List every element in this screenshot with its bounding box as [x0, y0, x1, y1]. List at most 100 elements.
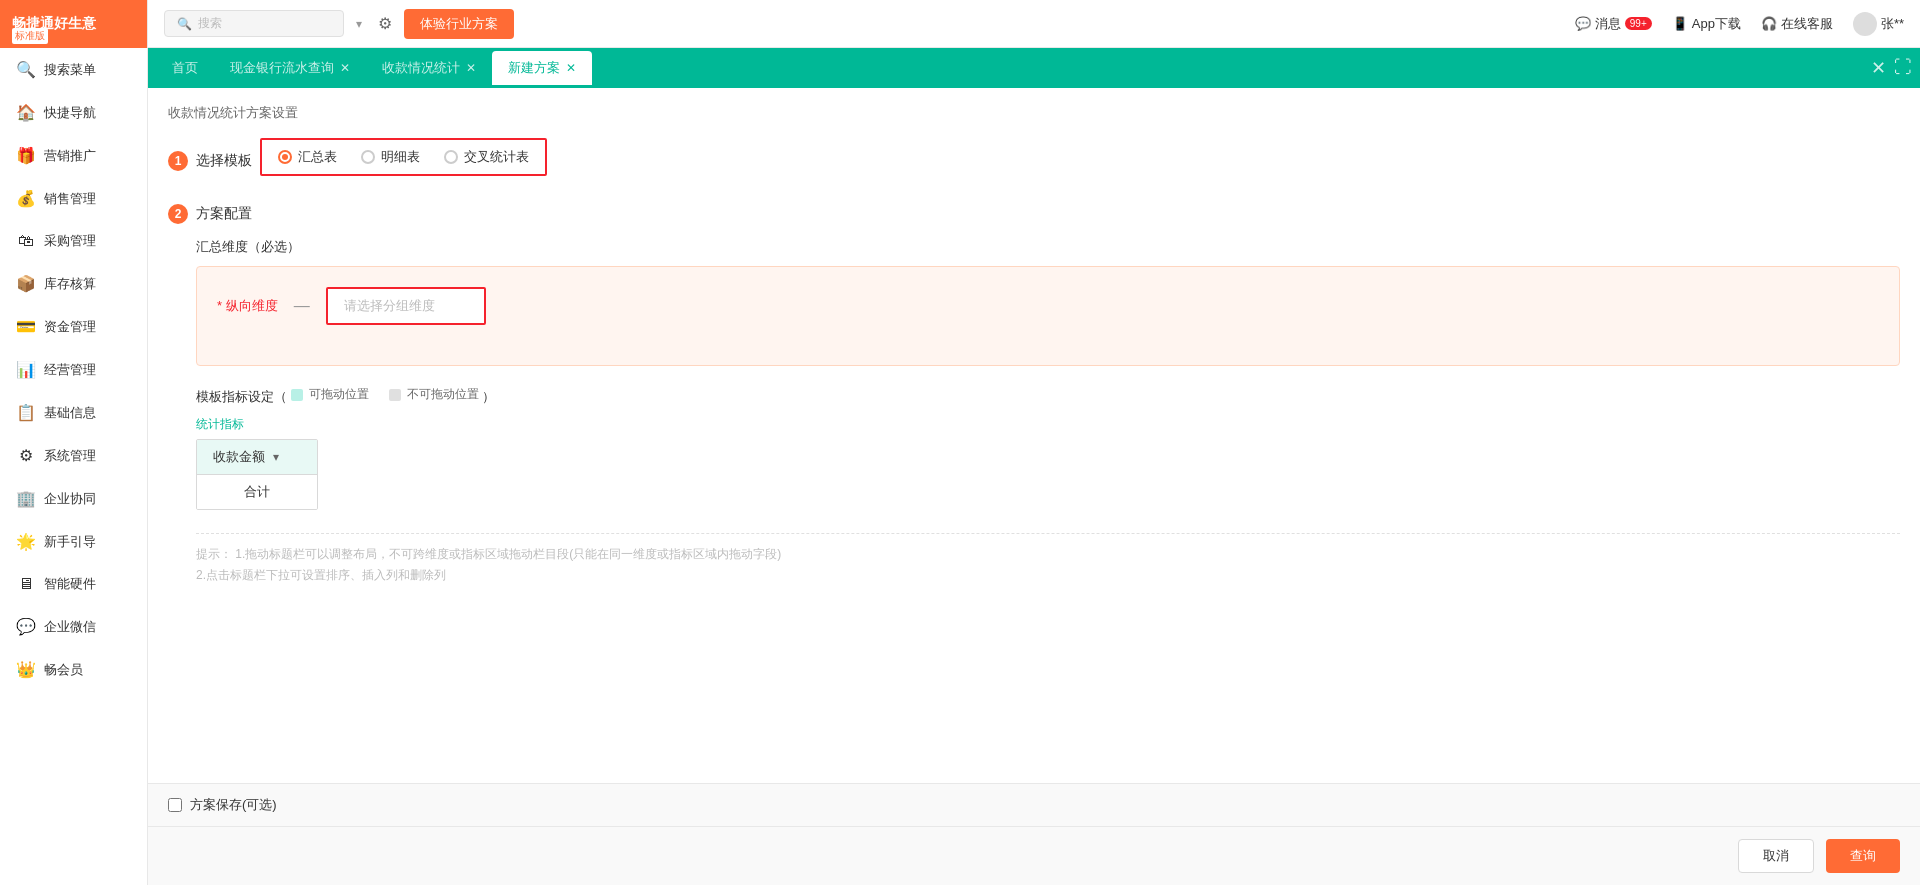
- sidebar-item-quick-nav[interactable]: 🏠 快捷导航: [0, 91, 147, 134]
- gift-icon: 🎁: [16, 146, 36, 165]
- page-content: 收款情况统计方案设置 1 选择模板 汇总表 明细表 交叉统计表: [148, 88, 1920, 783]
- radio-cross[interactable]: 交叉统计表: [444, 148, 529, 166]
- sidebar-item-hardware[interactable]: 🖥 智能硬件: [0, 563, 147, 605]
- indicator-table-header[interactable]: 收款金额 ▾: [197, 440, 317, 475]
- star-icon: 🌟: [16, 532, 36, 551]
- dimension-arrow-icon: —: [294, 297, 310, 315]
- sidebar-item-sales[interactable]: 💰 销售管理: [0, 177, 147, 220]
- clipboard-icon: 📋: [16, 403, 36, 422]
- download-icon: 📱: [1672, 16, 1688, 31]
- sidebar-item-search-menu[interactable]: 🔍 搜索菜单: [0, 48, 147, 91]
- dimension-area: * 纵向维度 — 请选择分组维度: [196, 266, 1900, 366]
- tab-home[interactable]: 首页: [156, 51, 214, 85]
- service-icon: 🎧: [1761, 16, 1777, 31]
- sidebar-item-wechat[interactable]: 💬 企业微信: [0, 605, 147, 648]
- app-download-item[interactable]: 📱 App下载: [1672, 15, 1741, 33]
- radio-detail-circle: [361, 150, 375, 164]
- tab-collection-stats[interactable]: 收款情况统计 ✕: [366, 51, 492, 85]
- tips-section: 提示： 1.拖动标题栏可以调整布局，不可跨维度或指标区域拖动栏目段(只能在同一维…: [196, 533, 1900, 584]
- search-placeholder: 搜索: [198, 15, 222, 32]
- message-icon: 💬: [1575, 16, 1591, 31]
- crown-icon: 👑: [16, 660, 36, 679]
- tab-collection-stats-close-icon[interactable]: ✕: [466, 61, 476, 75]
- save-label: 方案保存(可选): [190, 796, 277, 814]
- section1-header: 1 选择模板 汇总表 明细表 交叉统计表: [168, 138, 1900, 184]
- monitor-icon: 🖥: [16, 575, 36, 593]
- vertical-dimension-label: * 纵向维度: [217, 297, 278, 315]
- card-icon: 💳: [16, 317, 36, 336]
- section2-title: 方案配置: [196, 205, 252, 223]
- radio-detail[interactable]: 明细表: [361, 148, 420, 166]
- cancel-button[interactable]: 取消: [1738, 839, 1814, 873]
- box-icon: 📦: [16, 274, 36, 293]
- dimension-subsection-title: 汇总维度（必选）: [196, 238, 1900, 256]
- building-icon: 🏢: [16, 489, 36, 508]
- tab-new-plan-close-icon[interactable]: ✕: [566, 61, 576, 75]
- indicator-header: 模板指标设定（ 可拖动位置 不可拖动位置 ）: [196, 386, 1900, 406]
- indicator-section: 模板指标设定（ 可拖动位置 不可拖动位置 ）: [196, 386, 1900, 513]
- indicator-section-title: 模板指标设定（ 可拖动位置 不可拖动位置 ）: [196, 386, 495, 406]
- sidebar-item-basic-info[interactable]: 📋 基础信息: [0, 391, 147, 434]
- sidebar-item-system[interactable]: ⚙ 系统管理: [0, 434, 147, 477]
- sidebar-item-enterprise[interactable]: 🏢 企业协同: [0, 477, 147, 520]
- tip-2: 2.点击标题栏下拉可设置排序、插入列和删除列: [196, 567, 1900, 584]
- sidebar-item-member[interactable]: 👑 畅会员: [0, 648, 147, 691]
- indicator-dropdown-icon[interactable]: ▾: [273, 450, 279, 464]
- home-icon: 🏠: [16, 103, 36, 122]
- indicator-table: 收款金额 ▾ 合计: [196, 439, 318, 510]
- query-button[interactable]: 查询: [1826, 839, 1900, 873]
- section2-number: 2: [168, 204, 188, 224]
- section2: 2 方案配置 汇总维度（必选） * 纵向维度 — 请选择分组维度 模板指: [168, 204, 1900, 584]
- movable-indicator-icon: [291, 389, 303, 401]
- sidebar-item-operation[interactable]: 📊 经营管理: [0, 348, 147, 391]
- section1-title: 选择模板: [196, 152, 252, 170]
- search-bar[interactable]: 🔍 搜索: [164, 10, 344, 37]
- tab-bank-flow-close-icon[interactable]: ✕: [340, 61, 350, 75]
- drag-legend: 可拖动位置 不可拖动位置: [291, 386, 479, 403]
- template-select-row: 汇总表 明细表 交叉统计表: [260, 138, 547, 176]
- radio-summary[interactable]: 汇总表: [278, 148, 337, 166]
- sidebar-item-capital[interactable]: 💳 资金管理: [0, 305, 147, 348]
- chart-icon: 📊: [16, 360, 36, 379]
- chat-icon: 💬: [16, 617, 36, 636]
- section1-number: 1: [168, 151, 188, 171]
- sidebar-item-inventory[interactable]: 📦 库存核算: [0, 262, 147, 305]
- trial-industry-button[interactable]: 体验行业方案: [404, 9, 514, 39]
- tip-1: 提示： 1.拖动标题栏可以调整布局，不可跨维度或指标区域拖动栏目段(只能在同一维…: [196, 546, 1900, 563]
- indicator-subtitle: 统计指标: [196, 416, 1900, 433]
- tabs-bar: 首页 现金银行流水查询 ✕ 收款情况统计 ✕ 新建方案 ✕ ✕ ⛶: [148, 48, 1920, 88]
- dimension-row: * 纵向维度 — 请选择分组维度: [217, 287, 1879, 325]
- sidebar-logo: 畅捷通好生意 标准版: [0, 0, 147, 48]
- online-service-item[interactable]: 🎧 在线客服: [1761, 15, 1833, 33]
- user-avatar-item[interactable]: 张**: [1853, 12, 1904, 36]
- settings-gear-icon[interactable]: ⚙: [378, 14, 392, 33]
- dimension-select[interactable]: 请选择分组维度: [326, 287, 486, 325]
- save-section: 方案保存(可选): [148, 783, 1920, 826]
- save-checkbox[interactable]: [168, 798, 182, 812]
- header-right: 💬 消息 99+ 📱 App下载 🎧 在线客服 张**: [1575, 12, 1904, 36]
- tabs-close-all-icon[interactable]: ✕: [1871, 57, 1886, 79]
- breadcrumb: 收款情况统计方案设置: [168, 104, 1900, 122]
- search-menu-icon: 🔍: [16, 60, 36, 79]
- search-chevron-icon[interactable]: ▾: [356, 17, 362, 31]
- indicator-table-cell: 合计: [197, 475, 317, 509]
- gear-icon: ⚙: [16, 446, 36, 465]
- section2-header: 2 方案配置: [168, 204, 1900, 224]
- sidebar: 畅捷通好生意 标准版 🔍 搜索菜单 🏠 快捷导航 🎁 营销推广 💰 销售管理 🛍…: [0, 0, 148, 885]
- search-icon: 🔍: [177, 17, 192, 31]
- notification-badge: 99+: [1625, 17, 1652, 30]
- tabs-right-controls: ✕ ⛶: [1871, 57, 1912, 79]
- money-icon: 💰: [16, 189, 36, 208]
- sidebar-item-marketing[interactable]: 🎁 营销推广: [0, 134, 147, 177]
- radio-summary-circle: [278, 150, 292, 164]
- fixed-indicator-icon: [389, 389, 401, 401]
- tab-new-plan[interactable]: 新建方案 ✕: [492, 51, 592, 85]
- tab-bank-flow[interactable]: 现金银行流水查询 ✕: [214, 51, 366, 85]
- sidebar-item-guide[interactable]: 🌟 新手引导: [0, 520, 147, 563]
- bag-icon: 🛍: [16, 232, 36, 250]
- top-header: 🔍 搜索 ▾ ⚙ 体验行业方案 💬 消息 99+ 📱 App下载 🎧 在线客服 …: [148, 0, 1920, 48]
- sidebar-item-purchase[interactable]: 🛍 采购管理: [0, 220, 147, 262]
- footer-bar: 取消 查询: [148, 826, 1920, 885]
- tabs-expand-icon[interactable]: ⛶: [1894, 57, 1912, 79]
- notification-item[interactable]: 💬 消息 99+: [1575, 15, 1652, 33]
